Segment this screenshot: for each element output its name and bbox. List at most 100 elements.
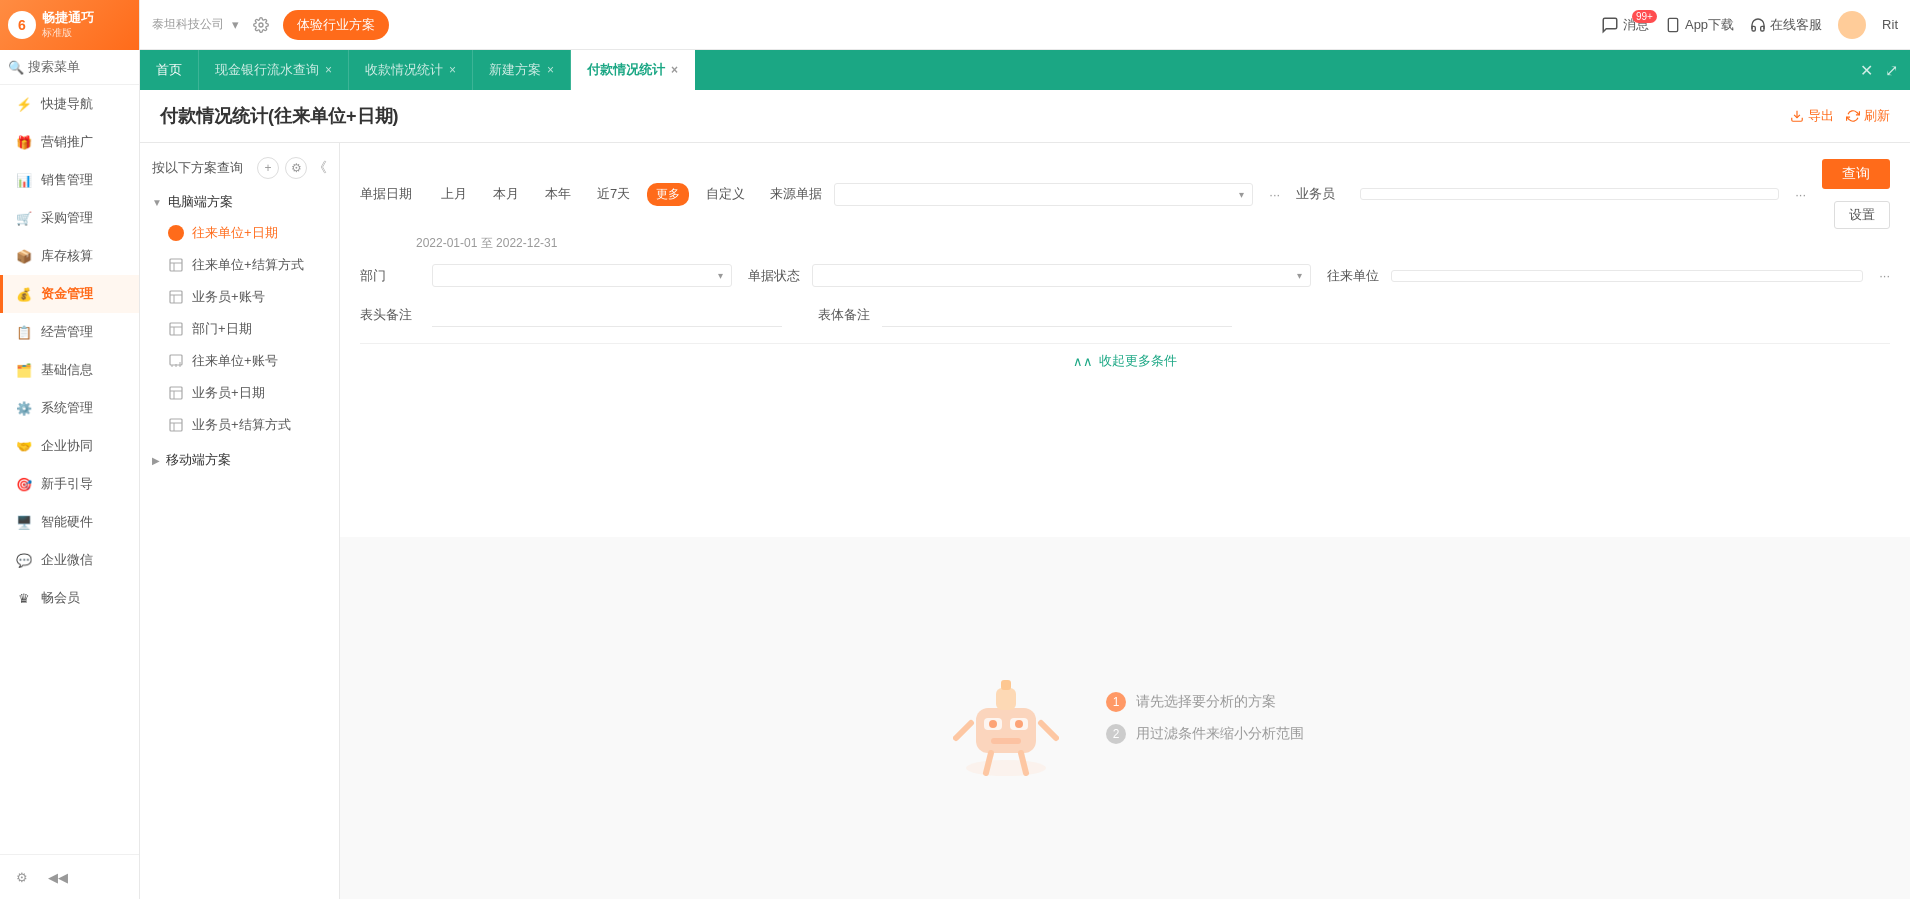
source-voucher-section: 来源单据 ▾ ··· [770,183,1280,206]
sidebar-item-basic-info[interactable]: 🗂️ 基础信息 [0,351,139,389]
export-btn[interactable]: 导出 [1790,107,1834,125]
source-voucher-select[interactable]: ▾ [834,183,1253,206]
sidebar-item-weixin[interactable]: 💬 企业微信 [0,541,139,579]
scheme-item-counterpart-date[interactable]: 往来单位+日期 [140,217,339,249]
scheme-item-salesman-settlement[interactable]: 业务员+结算方式 [140,409,339,441]
tab-home[interactable]: 首页 [140,50,199,90]
scheme-group-desktop-header[interactable]: ▼ 电脑端方案 [140,187,339,217]
scheme-panel-actions: + ⚙ 《 [257,157,327,179]
svg-rect-1 [1668,18,1677,31]
sidebar-item-marketing[interactable]: 🎁 营销推广 [0,123,139,161]
voucher-status-select[interactable]: ▾ [812,264,1311,287]
svg-line-33 [1041,723,1056,738]
username-label[interactable]: Rit [1882,17,1898,32]
collapse-more-btn[interactable]: ∧∧ 收起更多条件 [360,343,1890,378]
sidebar-item-quick-nav[interactable]: ⚡ 快捷导航 [0,85,139,123]
svg-rect-30 [996,688,1016,710]
sidebar-item-guide-label: 新手引导 [41,475,93,493]
scheme-add-btn[interactable]: + [257,157,279,179]
counterpart-select[interactable] [1391,270,1863,282]
guide-icon: 🎯 [15,475,33,493]
sidebar-item-hardware[interactable]: 🖥️ 智能硬件 [0,503,139,541]
tab-new-scheme-close[interactable]: × [547,63,554,77]
sidebar-item-inventory[interactable]: 📦 库存核算 [0,237,139,275]
query-btn[interactable]: 查询 [1822,159,1890,189]
sidebar-item-member[interactable]: ♛ 畅会员 [0,579,139,617]
empty-state: 1 请先选择要分析的方案 2 用过滤条件来缩小分析范围 [340,537,1910,899]
footer-collapse-btn[interactable]: ◀◀ [44,863,72,891]
empty-tip-2: 2 用过滤条件来缩小分析范围 [1106,724,1304,744]
date-more-btn[interactable]: 更多 [647,183,689,206]
counterpart-dots[interactable]: ··· [1879,268,1890,283]
trial-btn[interactable]: 体验行业方案 [283,10,389,40]
online-service-btn[interactable]: 在线客服 [1750,16,1822,34]
sidebar-item-operation[interactable]: 📋 经营管理 [0,313,139,351]
scheme-group-mobile-label: 移动端方案 [166,451,231,469]
date-this-year-btn[interactable]: 本年 [536,181,580,207]
tab-bank-flow[interactable]: 现金银行流水查询 × [199,50,349,90]
sidebar-item-capital[interactable]: 💰 资金管理 [0,275,139,313]
footer-settings-btn[interactable]: ⚙ [8,863,36,891]
hardware-icon: 🖥️ [15,513,33,531]
tab-bar: 首页 现金银行流水查询 × 收款情况统计 × 新建方案 × 付款情况统计 × ✕… [140,50,1910,90]
scheme-panel-header: 按以下方案查询 + ⚙ 《 [140,151,339,187]
sidebar-item-quick-nav-label: 快捷导航 [41,95,93,113]
sidebar-item-guide[interactable]: 🎯 新手引导 [0,465,139,503]
svg-point-0 [259,23,263,27]
date-options: 上月 本月 本年 近7天 更多 自定义 [432,181,754,207]
sidebar-item-sales[interactable]: 📊 销售管理 [0,161,139,199]
scheme-panel-title: 按以下方案查询 [152,159,243,177]
scheme-group-desktop-arrow: ▼ [152,197,162,208]
tab-bank-flow-close[interactable]: × [325,63,332,77]
sidebar-item-marketing-label: 营销推广 [41,133,93,151]
scheme-item-salesman-date[interactable]: 业务员+日期 [140,377,339,409]
date-this-month-btn[interactable]: 本月 [484,181,528,207]
date-last-7days-btn[interactable]: 近7天 [588,181,639,207]
company-dropdown-icon[interactable]: ▾ [232,17,239,32]
counterpart-label: 往来单位 [1327,267,1383,285]
scheme-settings-btn[interactable]: ⚙ [285,157,307,179]
sidebar-item-member-label: 畅会员 [41,589,80,607]
tab-collection-stats[interactable]: 收款情况统计 × [349,50,473,90]
scheme-group-mobile-header[interactable]: ▶ 移动端方案 [140,445,339,475]
tab-payment-stats[interactable]: 付款情况统计 × [571,50,695,90]
purchase-icon: 🛒 [15,209,33,227]
scheme-item-counterpart-date-icon [168,225,184,241]
tab-collection-stats-close[interactable]: × [449,63,456,77]
filter-row-3: 表头备注 表体备注 [360,303,1890,327]
sidebar-item-enterprise[interactable]: 🤝 企业协同 [0,427,139,465]
scheme-item-salesman-account[interactable]: 业务员+账号 [140,281,339,313]
company-name: 泰坦科技公司 [152,16,224,33]
tab-close-all-btn[interactable]: ✕ [1860,61,1873,80]
date-custom-btn[interactable]: 自定义 [697,181,754,207]
scheme-group-mobile-arrow: ▶ [152,455,160,466]
scheme-item-dept-date[interactable]: 部门+日期 [140,313,339,345]
scheme-item-counterpart-settlement[interactable]: 往来单位+结算方式 [140,249,339,281]
salesman-select[interactable] [1360,188,1779,200]
search-menu[interactable]: 🔍 搜索菜单 [0,50,139,85]
message-btn[interactable]: 消息 99+ [1601,16,1649,34]
tab-payment-stats-close[interactable]: × [671,63,678,77]
salesman-dots[interactable]: ··· [1795,187,1806,202]
filter-settings-btn[interactable]: 设置 [1834,201,1890,229]
dept-select[interactable]: ▾ [432,264,732,287]
scheme-panel: 按以下方案查询 + ⚙ 《 ▼ 电脑端方案 往来单位+日期 [140,143,340,899]
app-download-btn[interactable]: App下载 [1665,16,1734,34]
sidebar-item-system[interactable]: ⚙️ 系统管理 [0,389,139,427]
member-icon: ♛ [15,589,33,607]
date-last-month-btn[interactable]: 上月 [432,181,476,207]
table-body-note-input[interactable] [882,303,1232,327]
scheme-item-salesman-account-label: 业务员+账号 [192,288,265,306]
table-head-note-input[interactable] [432,303,782,327]
svg-rect-20 [170,419,182,431]
tab-expand-btn[interactable]: ⤢ [1885,61,1898,80]
scheme-panel-collapse-btn[interactable]: 《 [313,159,327,177]
refresh-btn[interactable]: 刷新 [1846,107,1890,125]
svg-point-28 [1015,720,1023,728]
topbar-settings-btn[interactable] [247,11,275,39]
scheme-item-dept-date-label: 部门+日期 [192,320,252,338]
sidebar-item-purchase[interactable]: 🛒 采购管理 [0,199,139,237]
tab-new-scheme[interactable]: 新建方案 × [473,50,571,90]
scheme-item-counterpart-account[interactable]: 往来单位+账号 [140,345,339,377]
source-voucher-dots[interactable]: ··· [1269,187,1280,202]
